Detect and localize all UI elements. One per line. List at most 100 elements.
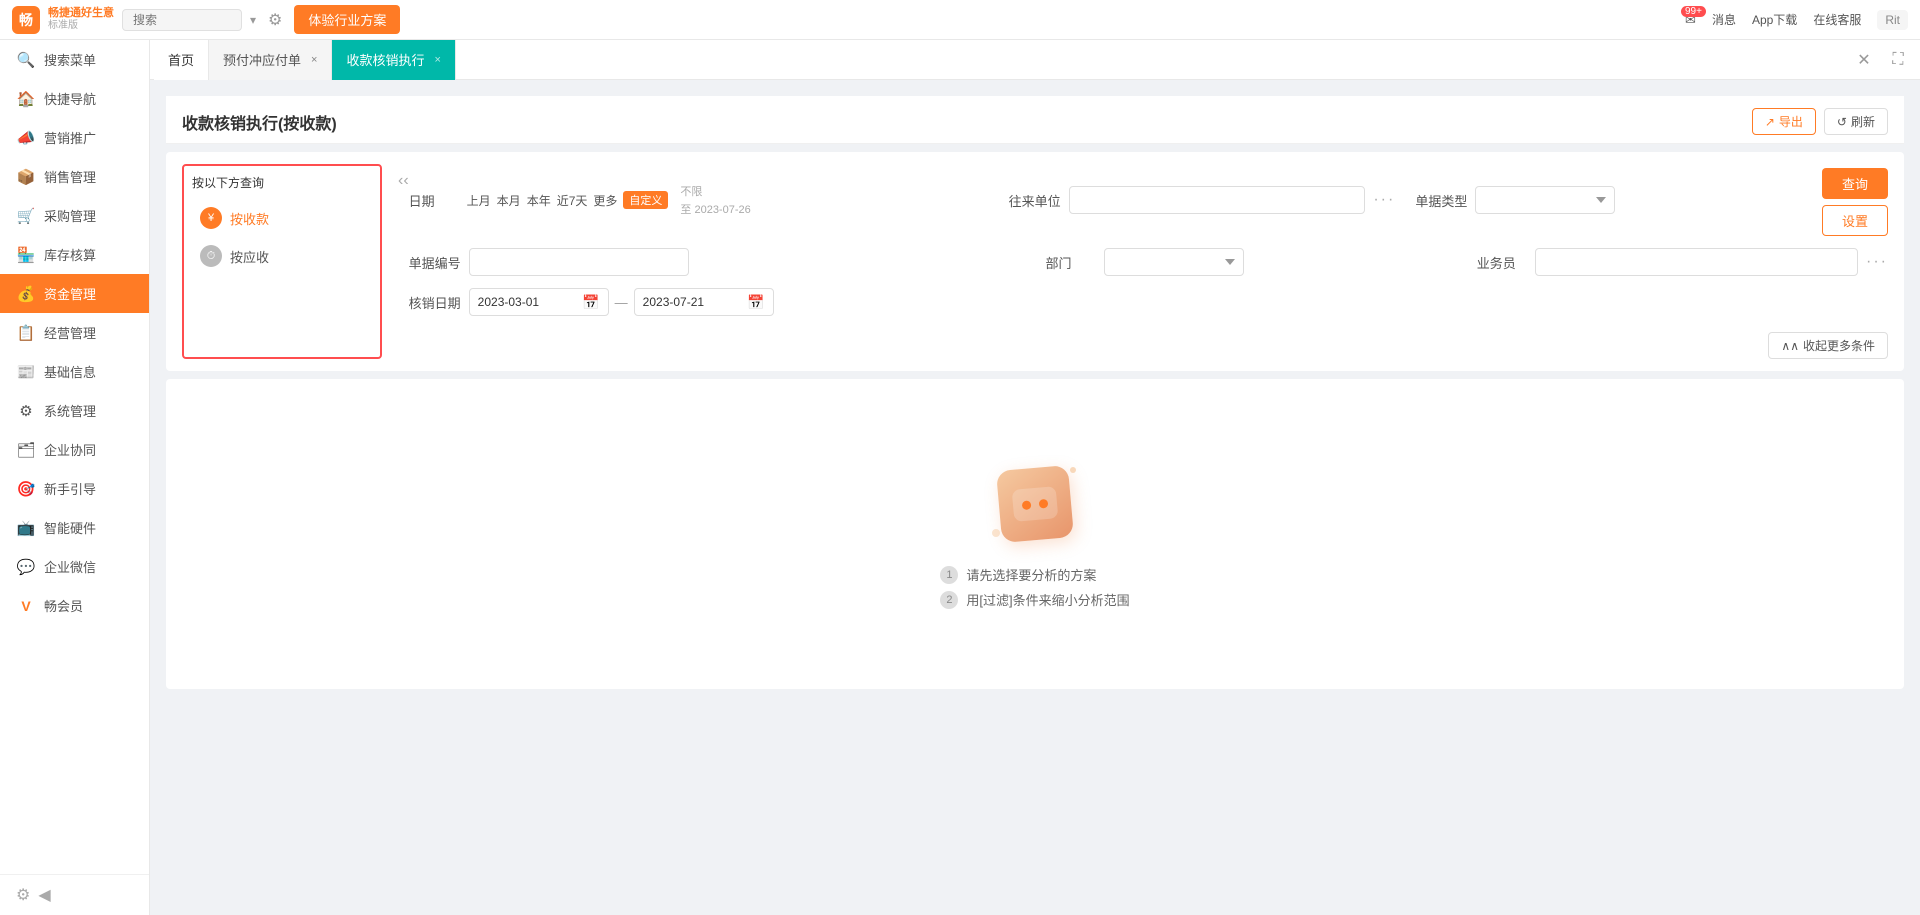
date-7days[interactable]: 近7天 [557,192,588,209]
message-label: 消息 [1712,11,1736,28]
sidebar-item-enterprise[interactable]: 🗂 企业协同 [0,430,149,469]
collapse-label: 收起更多条件 [1803,337,1875,354]
counterparty-more-icon[interactable]: ··· [1373,191,1395,209]
sidebar: 🔍 搜索菜单 🏠 快捷导航 📣 营销推广 📦 销售管理 🛒 采购管理 🏪 库存核… [0,40,150,915]
sidebar-label-wechat: 企业微信 [44,557,96,576]
app-title: 畅捷通好生意 [48,7,114,20]
sidebar-label-inventory: 库存核算 [44,245,96,264]
close-all-tabs-icon[interactable]: ✕ [1850,46,1878,74]
sidebar-item-finance[interactable]: 💰 资金管理 [0,274,149,313]
sidebar-label-search: 搜索菜单 [44,50,96,69]
writeoff-date-start-input[interactable]: 2023-03-01 📅 [469,288,609,316]
tab-prepay[interactable]: 预付冲应付单 × [209,40,332,80]
sidebar-item-wechat[interactable]: 💬 企业微信 [0,547,149,586]
user-name[interactable]: Rit [1877,10,1908,30]
calendar-start-icon[interactable]: 📅 [582,294,599,311]
writeoff-date-end-value: 2023-07-21 [643,295,704,309]
collapse-bar: ∧∧ 收起更多条件 [409,328,1888,359]
date-no-limit: 不限 [680,183,750,199]
filter-section: 按以下方查询 ¥ 按收款 ⏱ 按应收 ‹‹ [166,152,1904,371]
tab-prepay-label: 预付冲应付单 [223,50,301,69]
writeoff-date-end-input[interactable]: 2023-07-21 📅 [634,288,774,316]
message-icon[interactable]: ✉ 99+ [1685,12,1696,28]
sidebar-label-operations: 经营管理 [44,323,96,342]
sidebar-item-hardware[interactable]: 📺 智能硬件 [0,508,149,547]
collapse-sidebar-icon[interactable]: ◀ [38,885,50,905]
sidebar-item-basic-info[interactable]: 📰 基础信息 [0,352,149,391]
sidebar-item-purchase[interactable]: 🛒 采购管理 [0,196,149,235]
sidebar-item-sales[interactable]: 📦 销售管理 [0,157,149,196]
maximize-icon[interactable]: ⛶ [1884,46,1912,74]
refresh-button[interactable]: ↺ 刷新 [1824,108,1888,135]
solution-button[interactable]: 体验行业方案 [294,5,400,34]
tab-home-label: 首页 [168,50,194,69]
employee-more-icon[interactable]: ··· [1866,253,1888,271]
receipt-option-icon: ¥ [200,207,222,229]
filter-panel-title: 按以下方查询 [192,174,372,191]
doc-no-label: 单据编号 [409,253,461,272]
filter-option-by-receipt[interactable]: ¥ 按收款 [192,201,372,235]
filter-panel-collapse-button[interactable]: ‹‹ [398,172,409,190]
sales-icon: 📦 [16,168,36,186]
counterparty-input[interactable] [1069,186,1366,214]
sidebar-item-system[interactable]: ⚙ 系统管理 [0,391,149,430]
query-button[interactable]: 查询 [1822,168,1888,199]
top-bar: 畅 畅捷通好生意 标准版 ▾ ⚙ 体验行业方案 ✉ 99+ 消息 App下载 在… [0,0,1920,40]
sidebar-item-operations[interactable]: 📋 经营管理 [0,313,149,352]
filter-actions: 查询 设置 [1822,168,1888,236]
employee-input[interactable] [1535,248,1858,276]
doc-type-label: 单据类型 [1415,191,1467,210]
doc-no-input[interactable] [469,248,689,276]
empty-state: 1 请先选择要分析的方案 2 用[过滤]条件来缩小分析范围 [166,379,1904,689]
tab-receipt-write-off[interactable]: 收款核销执行 × [332,40,455,80]
filter-option-by-receivable[interactable]: ⏱ 按应收 [192,239,372,273]
filter-type-panel: 按以下方查询 ¥ 按收款 ⏱ 按应收 [182,164,382,359]
date-custom-badge[interactable]: 自定义 [623,191,668,209]
sidebar-label-enterprise: 企业协同 [44,440,96,459]
department-select[interactable] [1104,248,1244,276]
date-this-month[interactable]: 本月 [497,192,521,209]
collapse-up-icon: ∧∧ [1781,339,1799,353]
filter-fields: 日期 上月 本月 本年 近7天 更多 自定义 不限 至 [409,164,1888,359]
gear-icon[interactable]: ⚙ [268,10,282,30]
filter-row-1: 日期 上月 本月 本年 近7天 更多 自定义 不限 至 [409,164,1888,236]
close-tab-prepay-icon[interactable]: × [311,54,317,66]
results-area: 1 请先选择要分析的方案 2 用[过滤]条件来缩小分析范围 [166,379,1904,689]
collapse-conditions-button[interactable]: ∧∧ 收起更多条件 [1768,332,1888,359]
settings-button[interactable]: 设置 [1822,205,1888,236]
receipt-option-label: 按收款 [230,209,269,228]
home-icon: 🏠 [16,90,36,108]
tab-bar-actions: ✕ ⛶ [1850,46,1920,74]
receivable-option-icon: ⏱ [200,245,222,267]
filter-employee-group: 业务员 ··· [1477,248,1888,276]
sidebar-item-marketing[interactable]: 📣 营销推广 [0,118,149,157]
sidebar-label-sales: 销售管理 [44,167,96,186]
export-button[interactable]: ↗ 导出 [1752,108,1816,135]
top-bar-right: ✉ 99+ 消息 App下载 在线客服 Rit [1685,10,1908,30]
sidebar-item-search[interactable]: 🔍 搜索菜单 [0,40,149,79]
date-last-month[interactable]: 上月 [467,192,491,209]
app-download-link[interactable]: App下载 [1752,11,1797,28]
chevron-down-icon[interactable]: ▾ [250,13,256,27]
sidebar-label-purchase: 采购管理 [44,206,96,225]
sidebar-bottom: ⚙ ◀ [0,874,149,915]
sidebar-item-vip[interactable]: V 畅会员 [0,586,149,625]
sidebar-item-guide[interactable]: 🎯 新手引导 [0,469,149,508]
doc-type-select[interactable] [1475,186,1615,214]
sidebar-item-inventory[interactable]: 🏪 库存核算 [0,235,149,274]
date-separator: — [615,295,628,310]
sidebar-item-quick-nav[interactable]: 🏠 快捷导航 [0,79,149,118]
filter-writeoff-date-group: 核销日期 2023-03-01 📅 — 2023-07-21 📅 [409,288,1888,316]
tip-text-1: 请先选择要分析的方案 [966,565,1096,584]
date-this-year[interactable]: 本年 [527,192,551,209]
sidebar-label-quick-nav: 快捷导航 [44,89,96,108]
close-tab-receipt-icon[interactable]: × [434,54,440,66]
online-service-link[interactable]: 在线客服 [1813,11,1861,28]
search-input[interactable] [122,9,242,31]
date-more[interactable]: 更多 [593,192,617,209]
tab-home[interactable]: 首页 [154,40,209,80]
calendar-end-icon[interactable]: 📅 [747,294,764,311]
employee-label: 业务员 [1477,253,1527,272]
settings-bottom-icon[interactable]: ⚙ [16,885,30,905]
vip-icon: V [16,598,36,614]
